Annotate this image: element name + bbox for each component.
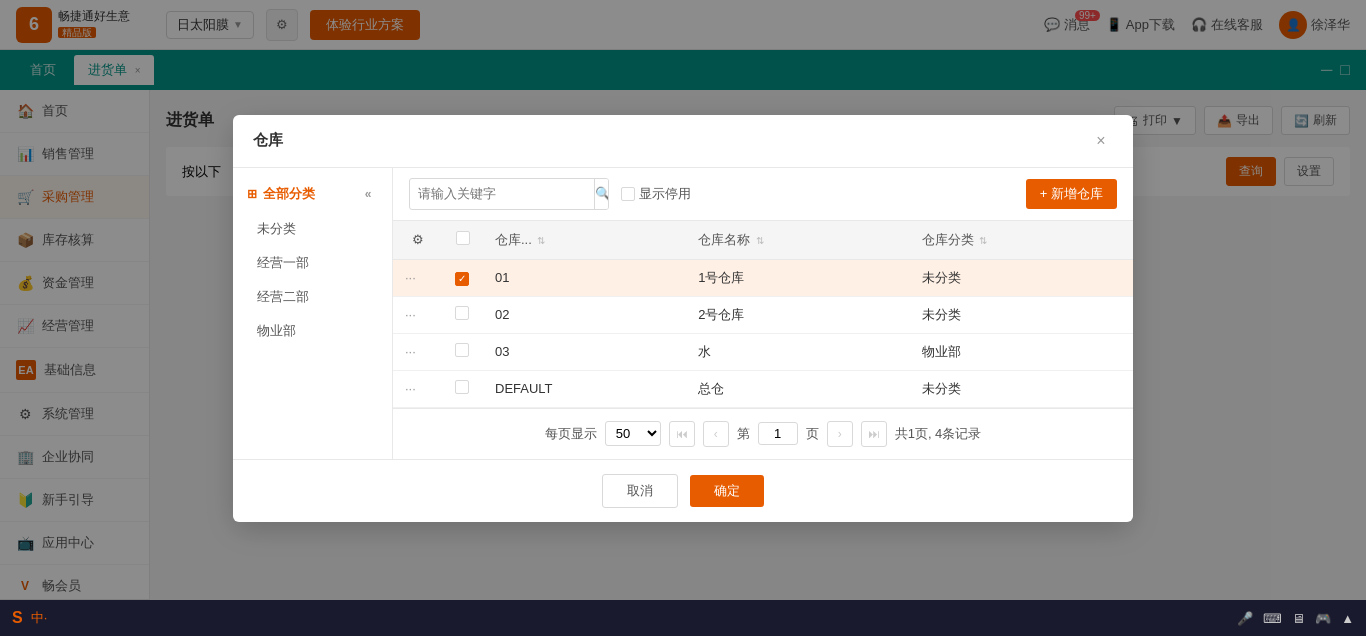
per-page-select[interactable]: 50 20 100: [605, 421, 661, 446]
table-row[interactable]: ··· DEFAULT 总仓 未分类: [393, 370, 1133, 407]
pagination: 每页显示 50 20 100 ⏮ ‹ 第 页 › ⏭ 共1页, 4条记录: [393, 408, 1133, 459]
table-toolbar: 🔍 显示停用 + 新增仓库: [393, 168, 1133, 221]
cancel-button[interactable]: 取消: [602, 474, 678, 508]
page-summary: 共1页, 4条记录: [895, 425, 982, 443]
dialog-title: 仓库: [253, 131, 283, 150]
table-header-row: ⚙ 仓库... ⇅ 仓库名称 ⇅: [393, 221, 1133, 260]
page-first-button[interactable]: ⏮: [669, 421, 695, 447]
modal-overlay[interactable]: 仓库 × ⊞ 全部分类 « 未分类 经营一部 经营二部 物业部: [0, 0, 1366, 636]
category-item-property[interactable]: 物业部: [233, 314, 392, 348]
table-row[interactable]: ··· 03 水 物业部: [393, 333, 1133, 370]
dialog-close-button[interactable]: ×: [1089, 129, 1113, 153]
row-actions-cell: ···: [393, 370, 443, 407]
row-checkbox-cell: [443, 296, 483, 333]
col-checkbox: [443, 221, 483, 260]
category-all-label: 全部分类: [263, 185, 315, 203]
page-next-button[interactable]: ›: [827, 421, 853, 447]
row-actions-cell: ···: [393, 333, 443, 370]
warehouse-dialog: 仓库 × ⊞ 全部分类 « 未分类 经营一部 经营二部 物业部: [233, 115, 1133, 522]
row-code: 03: [483, 333, 686, 370]
col-category-label: 仓库分类: [922, 232, 974, 247]
row-category: 未分类: [910, 296, 1133, 333]
row-checkbox-cell: ✓: [443, 259, 483, 296]
row-code: 01: [483, 259, 686, 296]
row-checkbox-cell: [443, 370, 483, 407]
table-row[interactable]: ··· ✓ 01 1号仓库 未分类: [393, 259, 1133, 296]
col-code-sort-icon: ⇅: [537, 235, 545, 246]
col-code-label: 仓库...: [495, 232, 532, 247]
search-box: 🔍: [409, 178, 609, 210]
col-name-label: 仓库名称: [698, 232, 750, 247]
data-table: ⚙ 仓库... ⇅ 仓库名称 ⇅: [393, 221, 1133, 408]
dialog-body: ⊞ 全部分类 « 未分类 经营一部 经营二部 物业部 🔍: [233, 168, 1133, 459]
row-name: 1号仓库: [686, 259, 909, 296]
row-more-icon[interactable]: ···: [405, 307, 416, 322]
category-panel: ⊞ 全部分类 « 未分类 经营一部 经营二部 物业部: [233, 168, 393, 459]
search-button[interactable]: 🔍: [594, 179, 609, 209]
confirm-button[interactable]: 确定: [690, 475, 764, 507]
page-last-button[interactable]: ⏭: [861, 421, 887, 447]
row-category: 未分类: [910, 370, 1133, 407]
col-category-sort-icon: ⇅: [979, 235, 987, 246]
col-category[interactable]: 仓库分类 ⇅: [910, 221, 1133, 260]
category-item-unclassified[interactable]: 未分类: [233, 212, 392, 246]
page-prev-button[interactable]: ‹: [703, 421, 729, 447]
row-actions-cell: ···: [393, 296, 443, 333]
table-row[interactable]: ··· 02 2号仓库 未分类: [393, 296, 1133, 333]
row-actions-cell: ···: [393, 259, 443, 296]
search-icon: 🔍: [595, 186, 609, 201]
row-code: 02: [483, 296, 686, 333]
col-code[interactable]: 仓库... ⇅: [483, 221, 686, 260]
col-name-sort-icon: ⇅: [756, 235, 764, 246]
show-disabled-text: 显示停用: [639, 185, 691, 203]
row-category: 未分类: [910, 259, 1133, 296]
taskbar-keyboard-icon[interactable]: ⌨: [1263, 611, 1282, 626]
category-all-item[interactable]: ⊞ 全部分类 «: [233, 176, 392, 212]
taskbar-mic-icon[interactable]: 🎤: [1237, 611, 1253, 626]
show-disabled-checkbox[interactable]: [621, 187, 635, 201]
row-name: 总仓: [686, 370, 909, 407]
taskbar-monitor-icon[interactable]: 🖥: [1292, 611, 1305, 626]
row-more-icon[interactable]: ···: [405, 344, 416, 359]
per-page-label: 每页显示: [545, 425, 597, 443]
row-checkbox[interactable]: ✓: [455, 272, 469, 286]
taskbar-left: S 中·: [12, 609, 47, 627]
dialog-footer: 取消 确定: [233, 459, 1133, 522]
row-name: 2号仓库: [686, 296, 909, 333]
page-unit: 页: [806, 425, 819, 443]
search-input[interactable]: [410, 181, 594, 206]
row-checkbox[interactable]: [455, 380, 469, 394]
category-item-dept2[interactable]: 经营二部: [233, 280, 392, 314]
row-checkbox[interactable]: [455, 343, 469, 357]
table-panel: 🔍 显示停用 + 新增仓库: [393, 168, 1133, 459]
row-name: 水: [686, 333, 909, 370]
row-category: 物业部: [910, 333, 1133, 370]
show-disabled-label[interactable]: 显示停用: [621, 185, 691, 203]
page-input[interactable]: [758, 422, 798, 445]
row-checkbox[interactable]: [455, 306, 469, 320]
dialog-header: 仓库 ×: [233, 115, 1133, 168]
taskbar-arrow-icon[interactable]: ▲: [1341, 611, 1354, 626]
row-more-icon[interactable]: ···: [405, 270, 416, 285]
col-name[interactable]: 仓库名称 ⇅: [686, 221, 909, 260]
taskbar-s-icon: S: [12, 609, 23, 627]
grid-icon: ⊞: [247, 187, 257, 201]
taskbar-right: 🎤 ⌨ 🖥 🎮 ▲: [1237, 611, 1354, 626]
add-warehouse-button[interactable]: + 新增仓库: [1026, 179, 1117, 209]
select-all-checkbox[interactable]: [456, 231, 470, 245]
taskbar-label: 中·: [31, 609, 48, 627]
category-item-dept1[interactable]: 经营一部: [233, 246, 392, 280]
row-checkbox-cell: [443, 333, 483, 370]
taskbar: S 中· 🎤 ⌨ 🖥 🎮 ▲: [0, 600, 1366, 636]
row-more-icon[interactable]: ···: [405, 381, 416, 396]
row-code: DEFAULT: [483, 370, 686, 407]
page-label: 第: [737, 425, 750, 443]
taskbar-gamepad-icon[interactable]: 🎮: [1315, 611, 1331, 626]
col-settings: ⚙: [393, 221, 443, 260]
category-collapse-button[interactable]: «: [358, 184, 378, 204]
